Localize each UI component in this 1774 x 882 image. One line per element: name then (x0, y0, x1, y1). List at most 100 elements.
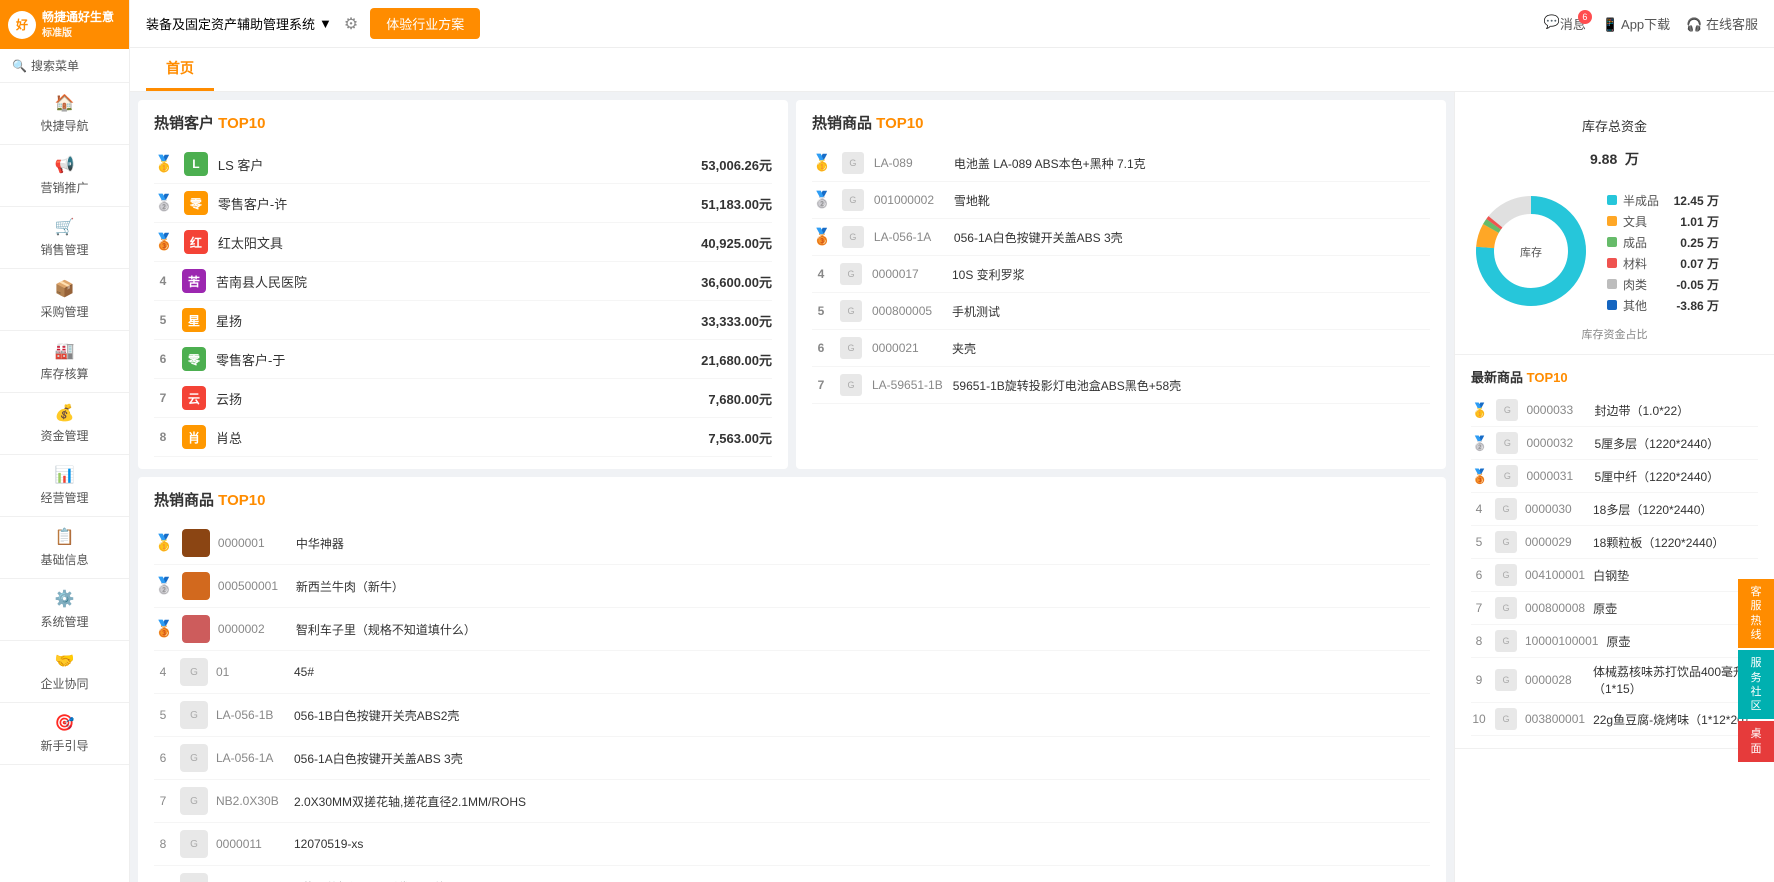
search-menu-label: 搜索菜单 (31, 57, 79, 74)
cs-service-btn[interactable]: 服务社区 (1738, 650, 1774, 719)
legend-value: 0.07 万 (1669, 255, 1719, 272)
legend-item: 肉类 -0.05 万 (1607, 276, 1719, 293)
product-name: 电池盖 LA-089 ABS本色+黑种 7.1克 (954, 155, 1430, 172)
sidebar-item-guide[interactable]: 🎯 新手引导 (0, 703, 129, 765)
sidebar-item-basic[interactable]: 📋 基础信息 (0, 517, 129, 579)
customer-rank-list: 🥇 L LS 客户 53,006.26元 🥈 零 零售客户-许 51,183.0… (154, 145, 772, 457)
legend-color-dot (1607, 279, 1617, 289)
inventory-icon: 🏭 (55, 341, 75, 361)
sales-icon: 🛒 (55, 217, 75, 237)
customer-rank-item: 🥉 红 红太阳文具 40,925.00元 (154, 223, 772, 262)
rank-medal-icon: 🥉 (812, 227, 832, 247)
product-name: 中华神器 (296, 535, 1430, 552)
online-service[interactable]: 🎧 在线客服 (1686, 14, 1758, 33)
system-title: 装备及固定资产辅助管理系统 (146, 14, 315, 33)
hot-goods-item: 7 G NB2.0X30B 2.0X30MM双搓花轴,搓花直径2.1MM/ROH… (154, 780, 1430, 823)
legend-item: 半成品 12.45 万 (1607, 192, 1719, 209)
sidebar-item-system[interactable]: ⚙️ 系统管理 (0, 579, 129, 641)
sidebar-item-collab[interactable]: 🤝 企业协同 (0, 641, 129, 703)
product-code: 0000002 (218, 622, 288, 636)
sidebar-item-label: 销售管理 (40, 241, 88, 258)
product-name: 12070519-xs (294, 837, 1430, 851)
marketing-icon: 📢 (55, 155, 75, 175)
rank-number: 9 (1471, 673, 1487, 687)
sidebar-item-label: 营销推广 (40, 179, 88, 196)
rank-number: 4 (154, 665, 172, 679)
legend-color-dot (1607, 258, 1617, 268)
legend-label: 成品 (1623, 234, 1663, 251)
sidebar-item-operation[interactable]: 📊 经营管理 (0, 455, 129, 517)
new-product-item: 🥉 G 0000031 5厘中纤（1220*2440） (1471, 460, 1758, 493)
hot-goods-mid-item: 7 G LA-59651-1B 59651-1B旋转投影灯电池盒ABS黑色+58… (812, 367, 1430, 404)
hot-goods-list: 🥇 0000001 中华神器 🥈 000500001 新西兰牛肉（新牛） 🥉 0… (154, 522, 1430, 882)
product-code: 01 (216, 665, 286, 679)
sidebar-item-finance[interactable]: 💰 资金管理 (0, 393, 129, 455)
rank-number: 6 (812, 341, 830, 355)
sidebar-item-label: 采购管理 (40, 303, 88, 320)
customer-avatar: L (184, 152, 208, 176)
content-area: 热销客户 TOP10 🥇 L LS 客户 53,006.26元 🥈 零 零售客户… (130, 92, 1774, 882)
cs-desk-btn[interactable]: 桌面 (1738, 721, 1774, 762)
sidebar-item-marketing[interactable]: 📢 营销推广 (0, 145, 129, 207)
rank-number: 8 (1471, 634, 1487, 648)
customer-value: 7,680.00元 (708, 389, 772, 408)
hot-goods-mid-list: 🥇 G LA-089 电池盖 LA-089 ABS本色+黑种 7.1克 🥈 G … (812, 145, 1430, 404)
new-product-item: 10 G 003800001 22g鱼豆腐-烧烤味（1*12*20） (1471, 703, 1758, 736)
customer-value: 40,925.00元 (701, 233, 772, 252)
product-image: G (180, 873, 208, 882)
product-name: 10S 变利罗浆 (952, 266, 1430, 283)
customer-rank-item: 4 苦 苦南县人民医院 36,600.00元 (154, 262, 772, 301)
settings-icon[interactable]: ⚙ (344, 14, 358, 34)
new-product-item: 9 G 0000028 体械荔核味苏打饮品400毫升（1*15） (1471, 658, 1758, 703)
try-button[interactable]: 体验行业方案 (370, 8, 480, 39)
rank-medal-icon: 🥉 (154, 619, 174, 639)
product-name: 18多层（1220*2440） (1593, 501, 1758, 518)
system-selector[interactable]: 装备及固定资产辅助管理系统 ▼ (146, 14, 332, 33)
legend-label: 文具 (1623, 213, 1663, 230)
sidebar-item-sales[interactable]: 🛒 销售管理 (0, 207, 129, 269)
customer-value: 53,006.26元 (701, 155, 772, 174)
product-code: 004100001 (1525, 568, 1585, 582)
hot-goods-item: 6 G LA-056-1A 056-1A白色按键开关盖ABS 3壳 (154, 737, 1430, 780)
customer-name: 云扬 (216, 389, 698, 408)
product-name: 18颗粒板（1220*2440） (1593, 534, 1758, 551)
search-menu-item[interactable]: 🔍 搜索菜单 (0, 49, 129, 83)
customer-rank-item: 6 零 零售客户-于 21,680.00元 (154, 340, 772, 379)
product-code: LA-59651-1B (872, 378, 943, 392)
hot-goods-mid-item: 5 G 000800005 手机测试 (812, 293, 1430, 330)
sidebar-item-purchase[interactable]: 📦 采购管理 (0, 269, 129, 331)
customer-value: 7,563.00元 (708, 428, 772, 447)
new-product-item: 🥇 G 0000033 封边带（1.0*22） (1471, 394, 1758, 427)
legend-label: 材料 (1623, 255, 1663, 272)
hot-products-bottom-section: 热销商品 TOP10 🥇 0000001 中华神器 🥈 000500001 新西… (138, 477, 1446, 882)
new-products-title: 最新商品 TOP10 (1471, 367, 1758, 386)
sidebar-item-inventory[interactable]: 🏭 库存核算 (0, 331, 129, 393)
svg-text:库存: 库存 (1520, 245, 1542, 259)
customer-top10-section: 热销客户 TOP10 🥇 L LS 客户 53,006.26元 🥈 零 零售客户… (138, 100, 788, 469)
product-code: 001000002 (874, 193, 944, 207)
customer-avatar: 云 (182, 386, 206, 410)
customer-service-float: 客服热线 服务社区 桌面 (1738, 579, 1774, 762)
customer-name: 红太阳文具 (218, 233, 691, 252)
product-image (182, 572, 210, 600)
tab-home[interactable]: 首页 (146, 48, 214, 91)
app-download[interactable]: 📱 App下载 (1602, 14, 1670, 33)
sidebar-item-label: 新手引导 (40, 737, 88, 754)
product-image: G (180, 830, 208, 858)
product-code: LA-056-1B (216, 708, 286, 722)
customer-rank-item: 7 云 云扬 7,680.00元 (154, 379, 772, 418)
sidebar: 好 畅捷通好生意 标准版 🔍 搜索菜单 🏠 快捷导航 📢 营销推广 🛒 销售管理… (0, 0, 130, 882)
rank-medal-icon: 🥉 (1471, 468, 1488, 485)
message-badge[interactable]: 💬 6 消息 (1544, 14, 1586, 33)
hot-goods-item: 🥉 0000002 智利车子里（规格不知道填什么） (154, 608, 1430, 651)
system-icon: ⚙️ (55, 589, 75, 609)
cs-hotline-btn[interactable]: 客服热线 (1738, 579, 1774, 648)
product-name: 夹壳 (952, 340, 1430, 357)
hot-goods-mid-item: 4 G 0000017 10S 变利罗浆 (812, 256, 1430, 293)
new-product-item: 5 G 0000029 18颗粒板（1220*2440） (1471, 526, 1758, 559)
customer-value: 36,600.00元 (701, 272, 772, 291)
product-code: 10000100001 (1525, 634, 1598, 648)
product-img-placeholder: G (1495, 531, 1517, 553)
sidebar-item-quicknav[interactable]: 🏠 快捷导航 (0, 83, 129, 145)
legend-label: 半成品 (1623, 192, 1663, 209)
